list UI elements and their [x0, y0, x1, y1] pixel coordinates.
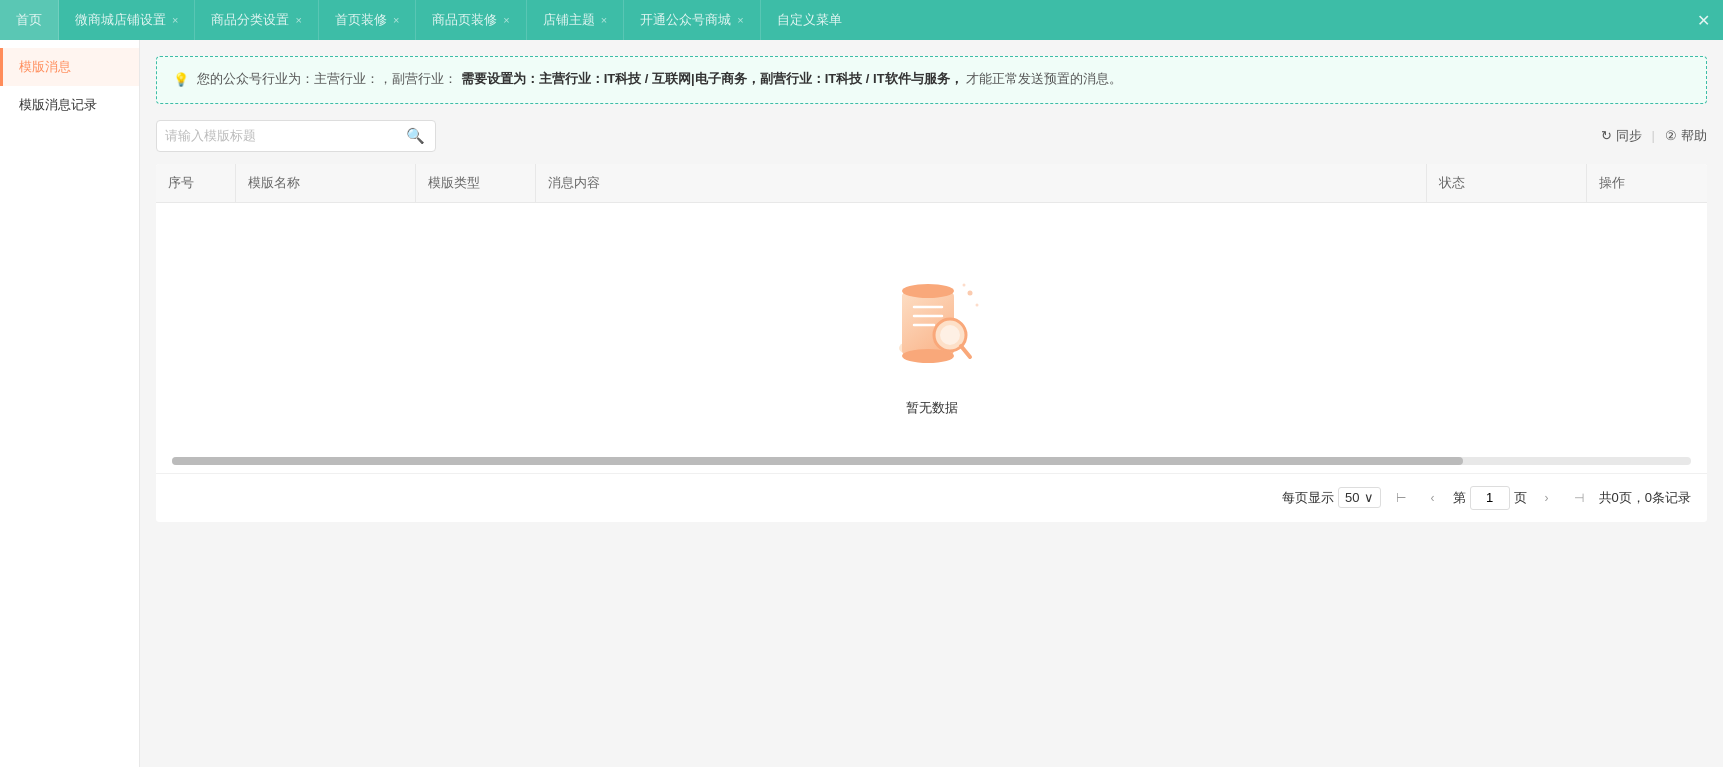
col-header-content: 消息内容	[536, 164, 1427, 202]
notice-text: 您的公众号行业为：主营行业：，副营行业： 需要设置为：主营行业：IT科技 / 互…	[197, 69, 1122, 90]
notice-icon: 💡	[173, 70, 189, 91]
svg-point-9	[940, 325, 960, 345]
svg-point-12	[975, 303, 978, 306]
tab-6[interactable]: 开通公众号商城 ×	[624, 0, 760, 40]
tab-close-icon-2[interactable]: ×	[295, 14, 301, 26]
tab-7[interactable]: 自定义菜单×	[761, 0, 842, 40]
tab-label-6: 开通公众号商城	[640, 11, 731, 29]
tab-label-0: 首页	[16, 11, 42, 29]
prev-page-button[interactable]: ‹	[1421, 486, 1445, 510]
first-page-button[interactable]: ⊢	[1389, 486, 1413, 510]
content-area: 💡 您的公众号行业为：主营行业：，副营行业： 需要设置为：主营行业：IT科技 /…	[140, 40, 1723, 767]
tab-label-7: 自定义菜单	[777, 11, 842, 29]
tab-0[interactable]: 首页	[0, 0, 59, 40]
sync-icon: ↻	[1601, 128, 1612, 143]
tab-label-2: 商品分类设置	[211, 11, 289, 29]
sidebar: 模版消息模版消息记录	[0, 40, 140, 767]
table: 序号 模版名称 模版类型 消息内容 状态 操作	[156, 164, 1707, 522]
top-tab-bar: 首页微商城店铺设置×商品分类设置×首页装修×商品页装修×店铺主题×开通公众号商城…	[0, 0, 1723, 40]
search-input-wrap: 🔍	[156, 120, 436, 152]
scroll-thumb[interactable]	[172, 457, 1463, 465]
col-header-name: 模版名称	[236, 164, 416, 202]
tab-label-3: 首页装修	[335, 11, 387, 29]
tab-1[interactable]: 微商城店铺设置 ×	[59, 0, 195, 40]
notice-box: 💡 您的公众号行业为：主营行业：，副营行业： 需要设置为：主营行业：IT科技 /…	[156, 56, 1707, 104]
col-header-status: 状态	[1427, 164, 1587, 202]
col-header-action: 操作	[1587, 164, 1707, 202]
sync-button[interactable]: ↻ 同步	[1601, 127, 1642, 145]
pagination-bar: 每页显示 50 ∨ ⊢ ‹ 第 页 › ⊣ 共0页，0条记录	[156, 473, 1707, 522]
notice-highlight: 需要设置为：主营行业：IT科技 / 互联网|电子商务，副营行业：IT科技 / I…	[461, 71, 963, 86]
scroll-track[interactable]	[172, 457, 1691, 465]
tab-close-icon-1[interactable]: ×	[172, 14, 178, 26]
total-info: 共0页，0条记录	[1599, 489, 1691, 507]
tab-close-icon-5[interactable]: ×	[601, 14, 607, 26]
svg-line-10	[961, 346, 970, 357]
page-size-select: 每页显示 50 ∨	[1282, 487, 1380, 508]
main-layout: 模版消息模版消息记录 💡 您的公众号行业为：主营行业：，副营行业： 需要设置为：…	[0, 40, 1723, 767]
tab-5[interactable]: 店铺主题 ×	[527, 0, 624, 40]
col-header-index: 序号	[156, 164, 236, 202]
per-page-label: 每页显示	[1282, 489, 1334, 507]
page-input[interactable]	[1470, 486, 1510, 510]
tab-4[interactable]: 商品页装修 ×	[416, 0, 526, 40]
tab-3[interactable]: 首页装修 ×	[319, 0, 416, 40]
help-button[interactable]: ② 帮助	[1665, 127, 1707, 145]
help-icon: ②	[1665, 128, 1677, 143]
last-page-button[interactable]: ⊣	[1567, 486, 1591, 510]
svg-point-3	[902, 284, 954, 298]
svg-point-13	[962, 283, 965, 286]
search-button[interactable]: 🔍	[404, 127, 427, 145]
table-header: 序号 模版名称 模版类型 消息内容 状态 操作	[156, 164, 1707, 203]
per-page-select[interactable]: 50 ∨	[1338, 487, 1380, 508]
tab-label-1: 微商城店铺设置	[75, 11, 166, 29]
sidebar-item-0[interactable]: 模版消息	[0, 48, 139, 86]
page-unit: 页	[1514, 489, 1527, 507]
window-close-button[interactable]: ✕	[1683, 0, 1723, 40]
col-header-type: 模版类型	[416, 164, 536, 202]
tab-label-5: 店铺主题	[543, 11, 595, 29]
search-input[interactable]	[165, 128, 404, 143]
search-bar: 🔍 ↻ 同步 | ② 帮助	[156, 120, 1707, 152]
tab-label-4: 商品页装修	[432, 11, 497, 29]
chevron-down-icon: ∨	[1364, 490, 1374, 505]
page-input-wrap: 第 页	[1453, 486, 1527, 510]
divider: |	[1652, 128, 1655, 143]
tab-2[interactable]: 商品分类设置 ×	[195, 0, 318, 40]
tab-close-icon-6[interactable]: ×	[737, 14, 743, 26]
sidebar-item-1[interactable]: 模版消息记录	[0, 86, 139, 124]
empty-icon	[872, 263, 992, 383]
svg-point-11	[967, 290, 972, 295]
empty-state: 暂无数据	[156, 203, 1707, 457]
empty-text: 暂无数据	[906, 399, 958, 417]
tab-close-icon-4[interactable]: ×	[503, 14, 509, 26]
next-page-button[interactable]: ›	[1535, 486, 1559, 510]
top-actions: ↻ 同步 | ② 帮助	[1601, 127, 1707, 145]
tab-close-icon-3[interactable]: ×	[393, 14, 399, 26]
page-label: 第	[1453, 489, 1466, 507]
